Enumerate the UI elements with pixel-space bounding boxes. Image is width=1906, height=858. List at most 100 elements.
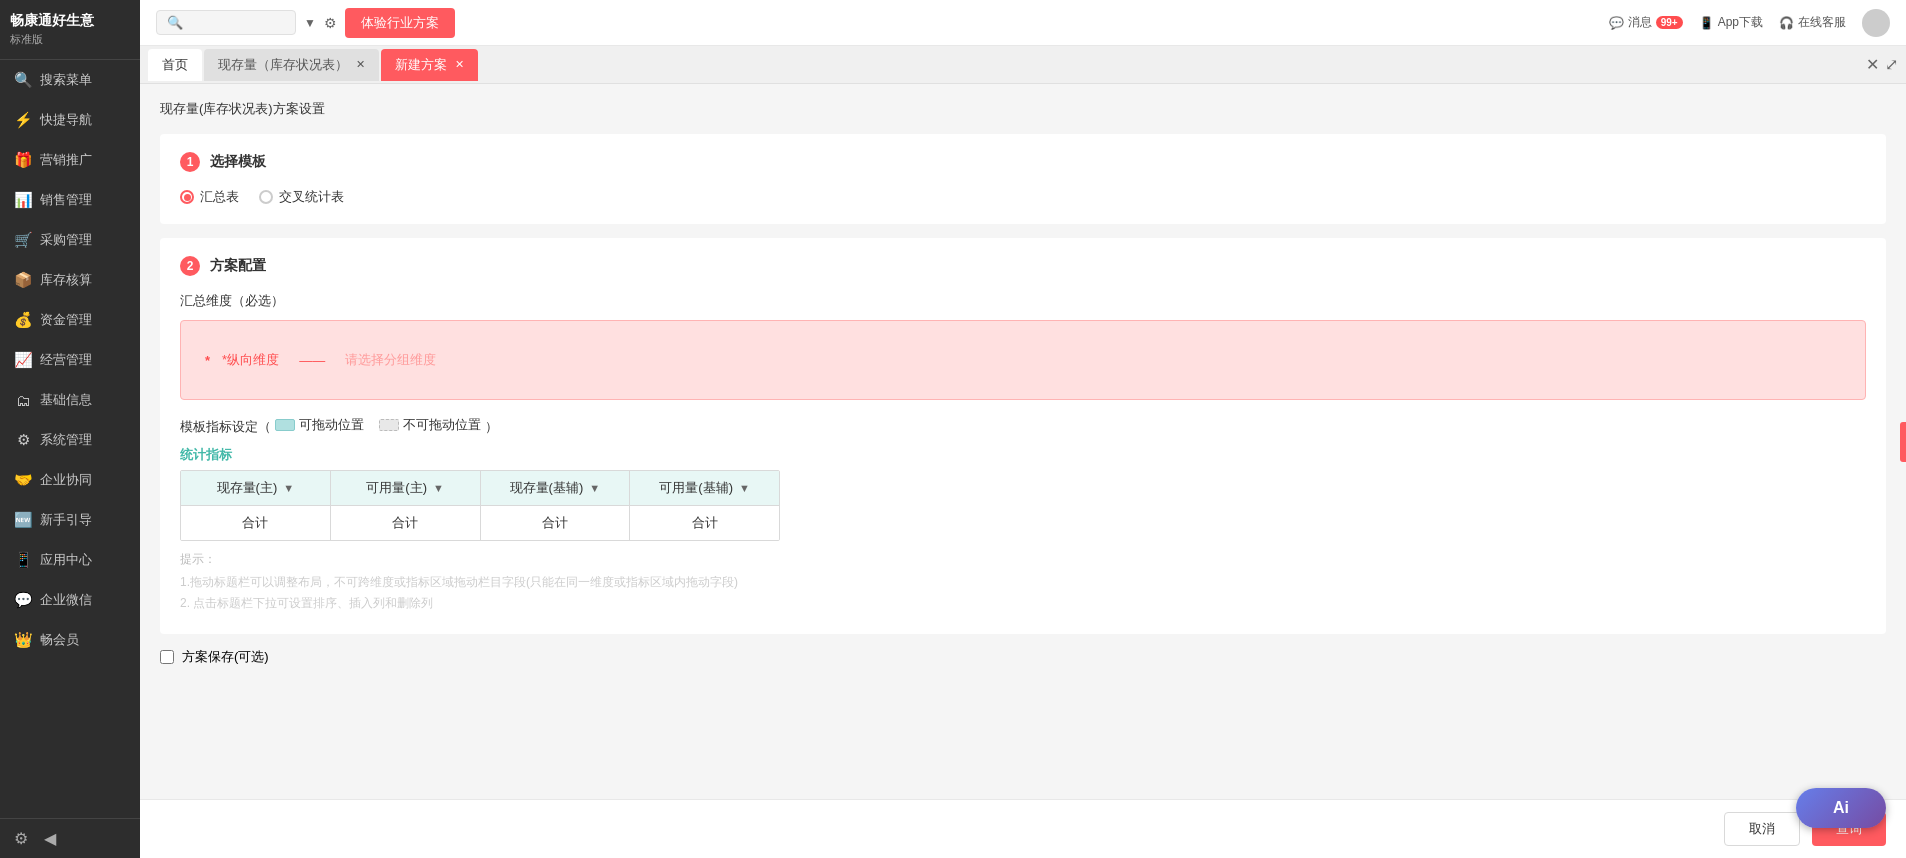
ai-fab-button[interactable]: Ai (1796, 788, 1886, 828)
radio-cross[interactable]: 交叉统计表 (259, 188, 344, 206)
col4-sub: 合计 (692, 514, 718, 532)
step1-badge: 1 (180, 152, 200, 172)
tip-item-1: 1.拖动标题栏可以调整布局，不可跨维度或指标区域拖动栏目字段(只能在同一维度或指… (180, 574, 1866, 591)
tabs-bar: 首页 现存量（库存状况表） ✕ 新建方案 ✕ ✕ ⤢ (140, 46, 1906, 84)
content-area: 现存量(库存状况表)方案设置 1 选择模板 汇总表 交叉统计表 2 (140, 84, 1906, 799)
save-section: 方案保存(可选) (160, 648, 1886, 666)
sidebar-item-marketing[interactable]: 🎁 营销推广 (0, 140, 140, 180)
tab-inventory-status[interactable]: 现存量（库存状况表） ✕ (204, 49, 379, 81)
sidebar-bottom: ⚙ ◀ (0, 818, 140, 858)
page-title: 现存量(库存状况表)方案设置 (160, 100, 1886, 118)
sidebar-item-label: 企业协同 (40, 471, 92, 489)
search-input[interactable] (189, 16, 269, 30)
template-radio-group: 汇总表 交叉统计表 (180, 188, 1866, 206)
sidebar-item-system[interactable]: ⚙ 系统管理 (0, 420, 140, 460)
marketing-icon: 🎁 (14, 151, 32, 169)
radio-summary[interactable]: 汇总表 (180, 188, 239, 206)
radio-cross-circle (259, 190, 273, 204)
stats-col4-data: 合计 (630, 506, 779, 540)
cooperation-icon: 🤝 (14, 471, 32, 489)
dim-label: *纵向维度 (222, 351, 279, 369)
sidebar-item-label: 经营管理 (40, 351, 92, 369)
stats-col4-header[interactable]: 可用量(基辅) ▼ (630, 471, 779, 505)
tips-section: 提示： 1.拖动标题栏可以调整布局，不可跨维度或指标区域拖动栏目字段(只能在同一… (180, 551, 1866, 612)
step1-section: 1 选择模板 汇总表 交叉统计表 (160, 134, 1886, 224)
stats-table: 现存量(主) ▼ 可用量(主) ▼ 现存量(基辅) ▼ 可用量(基辅) ▼ (180, 470, 780, 541)
main-area: 🔍 ▼ ⚙ 体验行业方案 💬 消息 99+ 📱 App下载 🎧 在线客服 (140, 0, 1906, 858)
sidebar-scroll: 🔍 搜索菜单 ⚡ 快捷导航 🎁 营销推广 📊 销售管理 🛒 采购管理 📦 库存核… (0, 60, 140, 818)
sidebar-item-label: 搜索菜单 (40, 71, 92, 89)
online-service-button[interactable]: 🎧 在线客服 (1779, 14, 1846, 31)
sidebar-item-label: 新手引导 (40, 511, 92, 529)
right-edge-indicator (1900, 422, 1906, 462)
metrics-config-label: 模板指标设定（ 可拖动位置 不可拖动位置 ） (180, 416, 1866, 436)
col1-chevron[interactable]: ▼ (283, 482, 294, 494)
inventory-icon: 📦 (14, 271, 32, 289)
messages-label: 消息 (1628, 14, 1652, 31)
sidebar-item-label: 快捷导航 (40, 111, 92, 129)
messages-button[interactable]: 💬 消息 99+ (1609, 14, 1683, 31)
sidebar-item-base-info[interactable]: 🗂 基础信息 (0, 380, 140, 420)
settings-icon[interactable]: ⚙ (14, 829, 28, 848)
topbar-gear-icon[interactable]: ⚙ (324, 15, 337, 31)
save-checkbox[interactable] (160, 650, 174, 664)
stats-col3-header[interactable]: 现存量(基辅) ▼ (481, 471, 631, 505)
col3-label: 现存量(基辅) (510, 479, 584, 497)
sidebar-item-app-center[interactable]: 📱 应用中心 (0, 540, 140, 580)
col4-chevron[interactable]: ▼ (739, 482, 750, 494)
user-avatar[interactable] (1862, 9, 1890, 37)
search-icon: 🔍 (14, 71, 32, 89)
app-download-button[interactable]: 📱 App下载 (1699, 14, 1763, 31)
trial-button[interactable]: 体验行业方案 (345, 8, 455, 38)
col2-chevron[interactable]: ▼ (433, 482, 444, 494)
tab-new-plan-close[interactable]: ✕ (455, 58, 464, 71)
step2-header: 2 方案配置 (180, 256, 1866, 276)
service-icon: 🎧 (1779, 16, 1794, 30)
draggable-legend-box (275, 419, 295, 431)
sidebar-item-search[interactable]: 🔍 搜索菜单 (0, 60, 140, 100)
sidebar-item-label: 销售管理 (40, 191, 92, 209)
app-download-label: App下载 (1718, 14, 1763, 31)
topbar: 🔍 ▼ ⚙ 体验行业方案 💬 消息 99+ 📱 App下载 🎧 在线客服 (140, 0, 1906, 46)
sidebar-item-wechat-biz[interactable]: 💬 企业微信 (0, 580, 140, 620)
fixed-legend-box (379, 419, 399, 431)
topbar-left: 🔍 ▼ ⚙ 体验行业方案 (156, 8, 1597, 38)
sidebar-item-cooperation[interactable]: 🤝 企业协同 (0, 460, 140, 500)
wechat-biz-icon: 💬 (14, 591, 32, 609)
sidebar-item-finance[interactable]: 💰 资金管理 (0, 300, 140, 340)
tip-item-2-text: 2. 点击标题栏下拉可设置排序、插入列和删除列 (180, 596, 433, 610)
stats-col1-header[interactable]: 现存量(主) ▼ (181, 471, 331, 505)
sidebar-item-label: 库存核算 (40, 271, 92, 289)
close-tab-icon[interactable]: ✕ (1866, 55, 1879, 74)
sidebar-item-label: 资金管理 (40, 311, 92, 329)
collapse-icon[interactable]: ◀ (44, 829, 56, 848)
col2-sub: 合计 (392, 514, 418, 532)
col3-chevron[interactable]: ▼ (589, 482, 600, 494)
sidebar-item-inventory[interactable]: 📦 库存核算 (0, 260, 140, 300)
step1-header: 1 选择模板 (180, 152, 1866, 172)
tab-new-plan[interactable]: 新建方案 ✕ (381, 49, 478, 81)
topbar-search-box[interactable]: 🔍 (156, 10, 296, 35)
sidebar-item-label: 应用中心 (40, 551, 92, 569)
stats-col2-header[interactable]: 可用量(主) ▼ (331, 471, 481, 505)
tab-inventory-close[interactable]: ✕ (356, 58, 365, 71)
tab-home[interactable]: 首页 (148, 49, 202, 81)
stats-col2-data: 合计 (331, 506, 481, 540)
draggable-legend-label: 可拖动位置 (299, 416, 364, 434)
sidebar-item-new-guide[interactable]: 🆕 新手引导 (0, 500, 140, 540)
stats-header-row: 现存量(主) ▼ 可用量(主) ▼ 现存量(基辅) ▼ 可用量(基辅) ▼ (181, 471, 779, 506)
dim-asterisk: * (205, 353, 210, 368)
operations-icon: 📈 (14, 351, 32, 369)
expand-icon[interactable]: ⤢ (1885, 55, 1898, 74)
sidebar-item-sales[interactable]: 📊 销售管理 (0, 180, 140, 220)
sidebar-item-vip[interactable]: 👑 畅会员 (0, 620, 140, 660)
app-name: 畅康通好生意 (10, 12, 130, 30)
cancel-button[interactable]: 取消 (1724, 812, 1800, 846)
sidebar-item-operations[interactable]: 📈 经营管理 (0, 340, 140, 380)
sidebar-item-purchase[interactable]: 🛒 采购管理 (0, 220, 140, 260)
new-guide-icon: 🆕 (14, 511, 32, 529)
topbar-dropdown[interactable]: ▼ (304, 16, 316, 30)
dimension-required-area[interactable]: * *纵向维度 —— 请选择分组维度 (180, 320, 1866, 400)
dim-dash: —— (299, 353, 325, 368)
sidebar-item-quick-nav[interactable]: ⚡ 快捷导航 (0, 100, 140, 140)
